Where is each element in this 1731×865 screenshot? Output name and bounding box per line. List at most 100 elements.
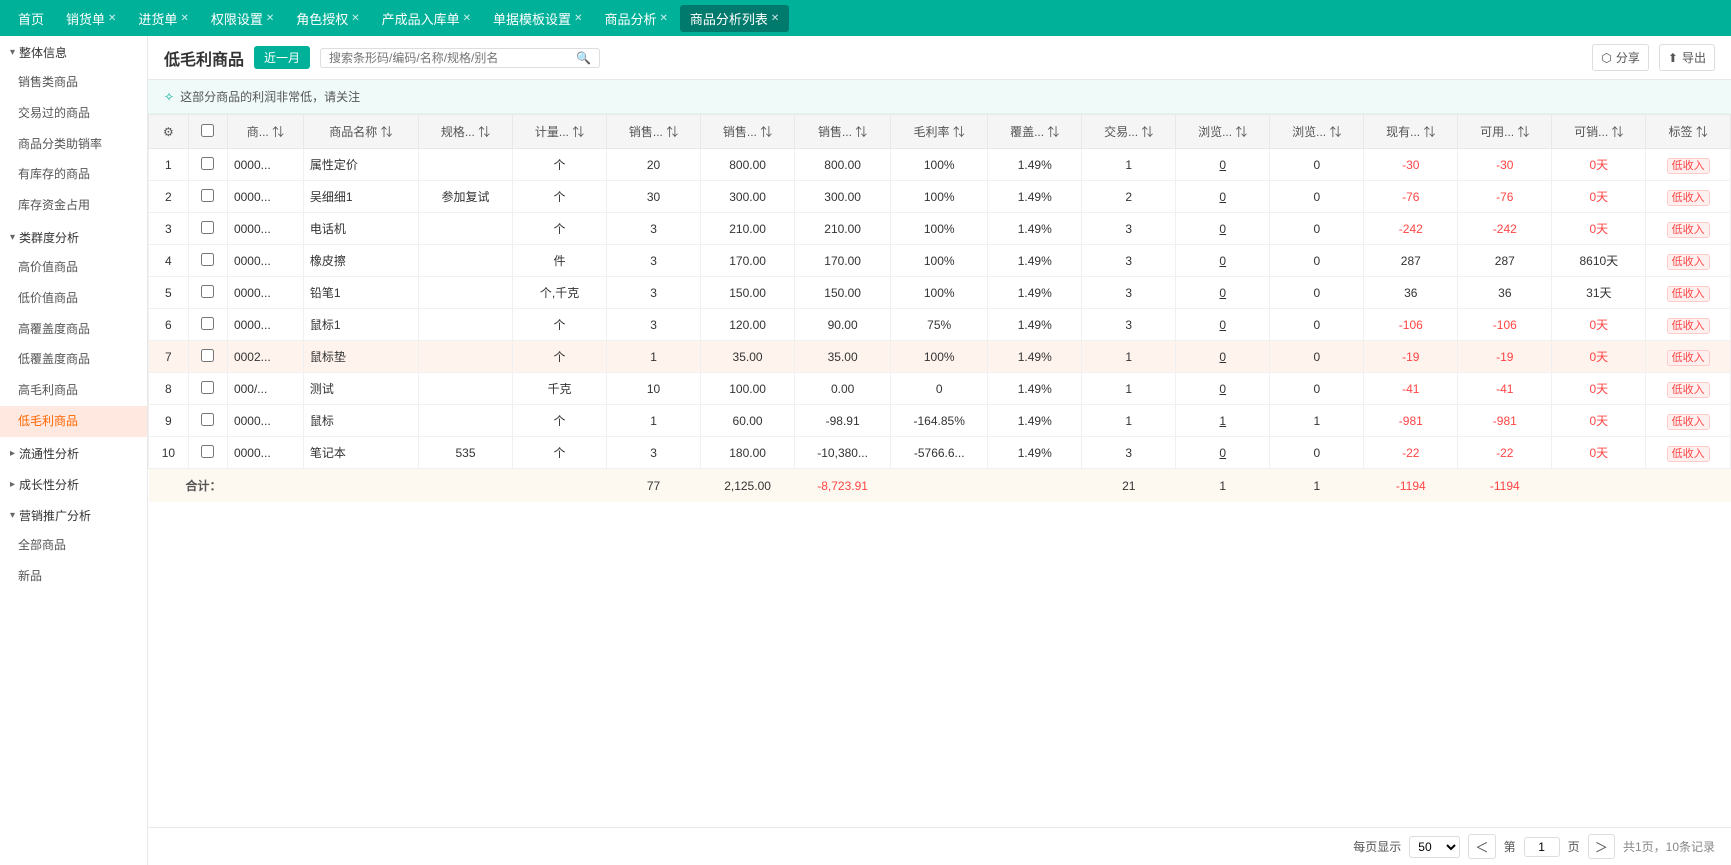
row-browse1[interactable]: 0 (1176, 213, 1270, 245)
sidebar-item-low-coverage[interactable]: 低覆盖度商品 (0, 344, 147, 375)
filter-recent-month-button[interactable]: 近一月 (254, 46, 310, 69)
row-checkbox[interactable] (188, 213, 227, 245)
row-browse1[interactable]: 0 (1176, 149, 1270, 181)
notice-bar: ✧ 这部分商品的利润非常低，请关注 (148, 80, 1731, 114)
search-icon[interactable]: 🔍 (576, 51, 591, 65)
row-select-checkbox[interactable] (201, 189, 214, 202)
row-checkbox[interactable] (188, 309, 227, 341)
sidebar-group-marketing[interactable]: ▾ 营销推广分析 (0, 499, 147, 530)
select-all-checkbox[interactable] (201, 124, 214, 137)
col-trade[interactable]: 交易... ⇅ (1082, 115, 1176, 149)
sidebar-item-low-value[interactable]: 低价值商品 (0, 283, 147, 314)
col-saleable[interactable]: 可销... ⇅ (1552, 115, 1646, 149)
nav-product-instock[interactable]: 产成品入库单 ✕ (372, 5, 481, 32)
next-page-button[interactable]: ＞ (1588, 834, 1615, 859)
row-checkbox[interactable] (188, 245, 227, 277)
row-checkbox[interactable] (188, 405, 227, 437)
sidebar-item-sales-products[interactable]: 销售类商品 (0, 67, 147, 98)
nav-close-icon[interactable]: ✕ (180, 13, 188, 24)
sidebar-group-cluster[interactable]: ▾ 类群度分析 (0, 221, 147, 252)
row-browse1[interactable]: 0 (1176, 181, 1270, 213)
row-select-checkbox[interactable] (201, 221, 214, 234)
nav-close-icon[interactable]: ✕ (574, 13, 582, 24)
col-spec[interactable]: 规格... ⇅ (419, 115, 513, 149)
nav-product-analysis-list[interactable]: 商品分析列表 ✕ (680, 5, 789, 32)
col-checkbox[interactable] (188, 115, 227, 149)
row-checkbox[interactable] (188, 373, 227, 405)
nav-close-icon[interactable]: ✕ (659, 13, 667, 24)
col-qty[interactable]: 销售... ⇅ (607, 115, 701, 149)
sidebar-group-circulation[interactable]: ▸ 流通性分析 (0, 437, 147, 468)
nav-role-auth[interactable]: 角色授权 ✕ (286, 5, 369, 32)
row-checkbox[interactable] (188, 277, 227, 309)
nav-product-analysis[interactable]: 商品分析 ✕ (594, 5, 677, 32)
col-unit[interactable]: 计量... ⇅ (513, 115, 607, 149)
row-select-checkbox[interactable] (201, 413, 214, 426)
row-saleable: 0天 (1552, 309, 1646, 341)
table-row: 6 0000... 鼠标1 个 3 120.00 90.00 75% 1.49%… (149, 309, 1731, 341)
sidebar-item-high-coverage[interactable]: 高覆盖度商品 (0, 314, 147, 345)
nav-template-setting[interactable]: 单据模板设置 ✕ (483, 5, 592, 32)
row-coverage: 1.49% (988, 437, 1082, 469)
row-select-checkbox[interactable] (201, 317, 214, 330)
nav-close-icon[interactable]: ✕ (463, 13, 471, 24)
row-select-checkbox[interactable] (201, 381, 214, 394)
nav-close-icon[interactable]: ✕ (266, 13, 274, 24)
sidebar-group-growth[interactable]: ▸ 成长性分析 (0, 468, 147, 499)
col-gross-rate[interactable]: 毛利率 ⇅ (891, 115, 988, 149)
col-available[interactable]: 可用... ⇅ (1458, 115, 1552, 149)
row-select-checkbox[interactable] (201, 285, 214, 298)
nav-home[interactable]: 首页 (8, 5, 54, 32)
col-profit[interactable]: 销售... ⇅ (795, 115, 891, 149)
row-select-checkbox[interactable] (201, 445, 214, 458)
row-browse1[interactable]: 0 (1176, 373, 1270, 405)
col-settings[interactable]: ⚙ (149, 115, 189, 149)
sidebar-item-traded-products[interactable]: 交易过的商品 (0, 98, 147, 129)
row-browse1[interactable]: 1 (1176, 405, 1270, 437)
sidebar-item-stock-funds[interactable]: 库存资金占用 (0, 190, 147, 221)
nav-close-icon[interactable]: ✕ (351, 13, 359, 24)
export-button[interactable]: ⬆ 导出 (1659, 44, 1715, 71)
search-input[interactable] (329, 51, 576, 65)
row-browse1[interactable]: 0 (1176, 277, 1270, 309)
sidebar-item-category-sales-rate[interactable]: 商品分类助销率 (0, 129, 147, 160)
row-checkbox[interactable] (188, 437, 227, 469)
col-amount[interactable]: 销售... ⇅ (701, 115, 795, 149)
sidebar-item-in-stock[interactable]: 有库存的商品 (0, 159, 147, 190)
row-profit: 300.00 (795, 181, 891, 213)
col-name[interactable]: 商品名称 ⇅ (303, 115, 418, 149)
sidebar-item-new-products[interactable]: 新品 (0, 561, 147, 592)
row-select-checkbox[interactable] (201, 157, 214, 170)
current-page-input[interactable] (1524, 837, 1560, 857)
row-checkbox[interactable] (188, 341, 227, 373)
nav-purchase-order[interactable]: 进货单 ✕ (128, 5, 198, 32)
sidebar-item-low-margin[interactable]: 低毛利商品 (0, 406, 147, 437)
row-browse1[interactable]: 0 (1176, 341, 1270, 373)
prev-page-button[interactable]: ＜ (1468, 834, 1495, 859)
col-coverage[interactable]: 覆盖... ⇅ (988, 115, 1082, 149)
page-size-select[interactable]: 50 20 100 (1409, 836, 1460, 858)
col-browse1[interactable]: 浏览... ⇅ (1176, 115, 1270, 149)
row-no: 8 (149, 373, 189, 405)
row-browse1[interactable]: 0 (1176, 309, 1270, 341)
row-checkbox[interactable] (188, 149, 227, 181)
col-tag[interactable]: 标签 ⇅ (1646, 115, 1731, 149)
nav-close-icon[interactable]: ✕ (771, 13, 779, 24)
row-browse1[interactable]: 0 (1176, 437, 1270, 469)
sidebar-item-high-value[interactable]: 高价值商品 (0, 252, 147, 283)
row-checkbox[interactable] (188, 181, 227, 213)
row-select-checkbox[interactable] (201, 253, 214, 266)
row-select-checkbox[interactable] (201, 349, 214, 362)
sidebar-item-high-margin[interactable]: 高毛利商品 (0, 375, 147, 406)
nav-permission-setting[interactable]: 权限设置 ✕ (201, 5, 284, 32)
sidebar-item-all-products[interactable]: 全部商品 (0, 530, 147, 561)
share-button[interactable]: ⬡ 分享 (1592, 44, 1649, 71)
sidebar-group-overall[interactable]: ▾ 整体信息 (0, 36, 147, 67)
row-browse1[interactable]: 0 (1176, 245, 1270, 277)
col-code[interactable]: 商... ⇅ (227, 115, 303, 149)
nav-sales-order[interactable]: 销货单 ✕ (56, 5, 126, 32)
nav-close-icon[interactable]: ✕ (108, 13, 116, 24)
col-browse2[interactable]: 浏览... ⇅ (1270, 115, 1364, 149)
col-current[interactable]: 现有... ⇅ (1364, 115, 1458, 149)
row-gross-rate: 100% (891, 181, 988, 213)
